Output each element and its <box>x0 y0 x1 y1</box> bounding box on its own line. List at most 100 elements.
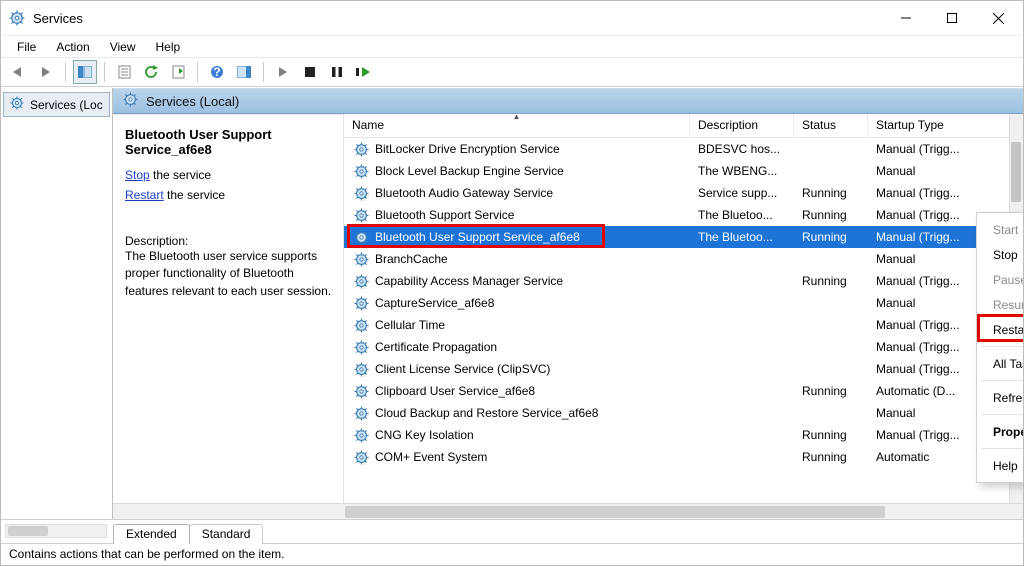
service-row[interactable]: BitLocker Drive Encryption ServiceBDESVC… <box>344 138 1023 160</box>
menu-item-label: Properties <box>993 425 1023 439</box>
column-name[interactable]: ▲Name <box>344 114 690 137</box>
column-status[interactable]: Status <box>794 114 868 137</box>
close-button[interactable] <box>975 3 1021 33</box>
gear-icon <box>354 208 369 223</box>
menu-item-properties[interactable]: Properties <box>977 419 1023 444</box>
column-headers: ▲Name Description Status Startup Type <box>344 114 1023 138</box>
service-name: BranchCache <box>375 252 448 266</box>
menu-file[interactable]: File <box>7 38 46 56</box>
main-panel: Services (Local) Bluetooth User Support … <box>113 88 1023 519</box>
forward-button[interactable] <box>34 60 58 84</box>
menu-separator <box>981 448 1023 449</box>
service-name: Cellular Time <box>375 318 445 332</box>
gear-icon <box>354 186 369 201</box>
minimize-button[interactable] <box>883 3 929 33</box>
menu-item-refresh[interactable]: Refresh <box>977 385 1023 410</box>
gear-icon <box>354 450 369 465</box>
details-pane: Bluetooth User Support Service_af6e8 Sto… <box>113 114 343 503</box>
gear-icon <box>354 318 369 333</box>
nav-bottom-scroll[interactable] <box>1 519 113 543</box>
menu-item-resume: Resume <box>977 292 1023 317</box>
service-name: Certificate Propagation <box>375 340 497 354</box>
svg-text:?: ? <box>213 65 220 79</box>
service-row[interactable]: Client License Service (ClipSVC)Manual (… <box>344 358 1023 380</box>
service-row[interactable]: Cellular TimeManual (Trigg... <box>344 314 1023 336</box>
services-window: Services File Action View Help ? <box>0 0 1024 566</box>
tab-standard[interactable]: Standard <box>189 524 264 544</box>
menu-help[interactable]: Help <box>146 38 191 56</box>
description-body: The Bluetooth user service supports prop… <box>125 248 333 300</box>
back-button[interactable] <box>7 60 31 84</box>
service-row[interactable]: Cloud Backup and Restore Service_af6e8Ma… <box>344 402 1023 424</box>
scrollbar-thumb[interactable] <box>345 506 885 518</box>
stop-service-link[interactable]: Stop <box>125 168 150 182</box>
service-row[interactable]: CNG Key IsolationRunningManual (Trigg... <box>344 424 1023 446</box>
gear-icon <box>354 406 369 421</box>
bottom-tabs: Extended Standard <box>1 519 1023 543</box>
service-row[interactable]: Bluetooth Audio Gateway ServiceService s… <box>344 182 1023 204</box>
restart-service-link[interactable]: Restart <box>125 188 164 202</box>
status-bar: Contains actions that can be performed o… <box>1 543 1023 565</box>
service-name: Cloud Backup and Restore Service_af6e8 <box>375 406 598 420</box>
restart-service-button[interactable] <box>352 60 376 84</box>
column-startup-type[interactable]: Startup Type <box>868 114 1023 137</box>
tab-extended[interactable]: Extended <box>113 524 190 544</box>
nav-item-services-local[interactable]: Services (Loc <box>3 92 110 117</box>
service-row[interactable]: Block Level Backup Engine ServiceThe WBE… <box>344 160 1023 182</box>
gear-icon <box>354 164 369 179</box>
column-description[interactable]: Description <box>690 114 794 137</box>
restart-suffix: the service <box>164 188 225 202</box>
start-service-button[interactable] <box>271 60 295 84</box>
refresh-button[interactable] <box>139 60 163 84</box>
menu-separator <box>981 346 1023 347</box>
help-button[interactable]: ? <box>205 60 229 84</box>
split-area: Bluetooth User Support Service_af6e8 Sto… <box>113 114 1023 503</box>
menu-item-help[interactable]: Help <box>977 453 1023 478</box>
menu-item-start: Start <box>977 217 1023 242</box>
pause-service-button[interactable] <box>325 60 349 84</box>
service-row[interactable]: COM+ Event SystemRunningAutomatic <box>344 446 1023 468</box>
menu-item-restart[interactable]: Restart <box>977 317 1023 342</box>
service-row[interactable]: Certificate PropagationManual (Trigg... <box>344 336 1023 358</box>
services-list: ▲Name Description Status Startup Type Bi… <box>343 114 1023 503</box>
context-menu: Start Stop Pause Resume Restart All Tasks▶ Ref… <box>976 212 1023 483</box>
gear-icon <box>354 340 369 355</box>
gear-icon <box>354 142 369 157</box>
service-description: BDESVC hos... <box>690 142 794 156</box>
service-row[interactable]: Bluetooth User Support Service_af6e8The … <box>344 226 1023 248</box>
maximize-button[interactable] <box>929 3 975 33</box>
gear-icon <box>10 96 24 113</box>
toolbar-separator <box>263 62 264 82</box>
service-description: The Bluetoo... <box>690 208 794 222</box>
export-button[interactable] <box>166 60 190 84</box>
service-name: CaptureService_af6e8 <box>375 296 494 310</box>
toolbar-separator <box>65 62 66 82</box>
gear-icon <box>354 384 369 399</box>
service-row[interactable]: Capability Access Manager ServiceRunning… <box>344 270 1023 292</box>
service-row[interactable]: Bluetooth Support ServiceThe Bluetoo...R… <box>344 204 1023 226</box>
service-name: Client License Service (ClipSVC) <box>375 362 550 376</box>
title-bar: Services <box>1 1 1023 35</box>
service-description: The Bluetoo... <box>690 230 794 244</box>
menu-item-label: Pause <box>993 273 1023 287</box>
show-hide-action-pane-button[interactable] <box>232 60 256 84</box>
menu-view[interactable]: View <box>100 38 146 56</box>
show-hide-tree-button[interactable] <box>73 60 97 84</box>
menu-item-stop[interactable]: Stop <box>977 242 1023 267</box>
service-name: Clipboard User Service_af6e8 <box>375 384 535 398</box>
menu-item-label: Restart <box>993 323 1023 337</box>
menu-item-pause: Pause <box>977 267 1023 292</box>
body: Services (Loc Services (Local) Bluetooth… <box>1 87 1023 519</box>
service-row[interactable]: BranchCacheManual <box>344 248 1023 270</box>
scrollbar-thumb[interactable] <box>1011 142 1021 202</box>
horizontal-scrollbar[interactable] <box>113 503 1023 519</box>
service-row[interactable]: CaptureService_af6e8Manual <box>344 292 1023 314</box>
service-status: Running <box>794 428 868 442</box>
toolbar: ? <box>1 57 1023 87</box>
service-row[interactable]: Clipboard User Service_af6e8RunningAutom… <box>344 380 1023 402</box>
menu-item-label: Stop <box>993 248 1018 262</box>
menu-action[interactable]: Action <box>46 38 99 56</box>
properties-button[interactable] <box>112 60 136 84</box>
stop-service-button[interactable] <box>298 60 322 84</box>
menu-item-all-tasks[interactable]: All Tasks▶ <box>977 351 1023 376</box>
